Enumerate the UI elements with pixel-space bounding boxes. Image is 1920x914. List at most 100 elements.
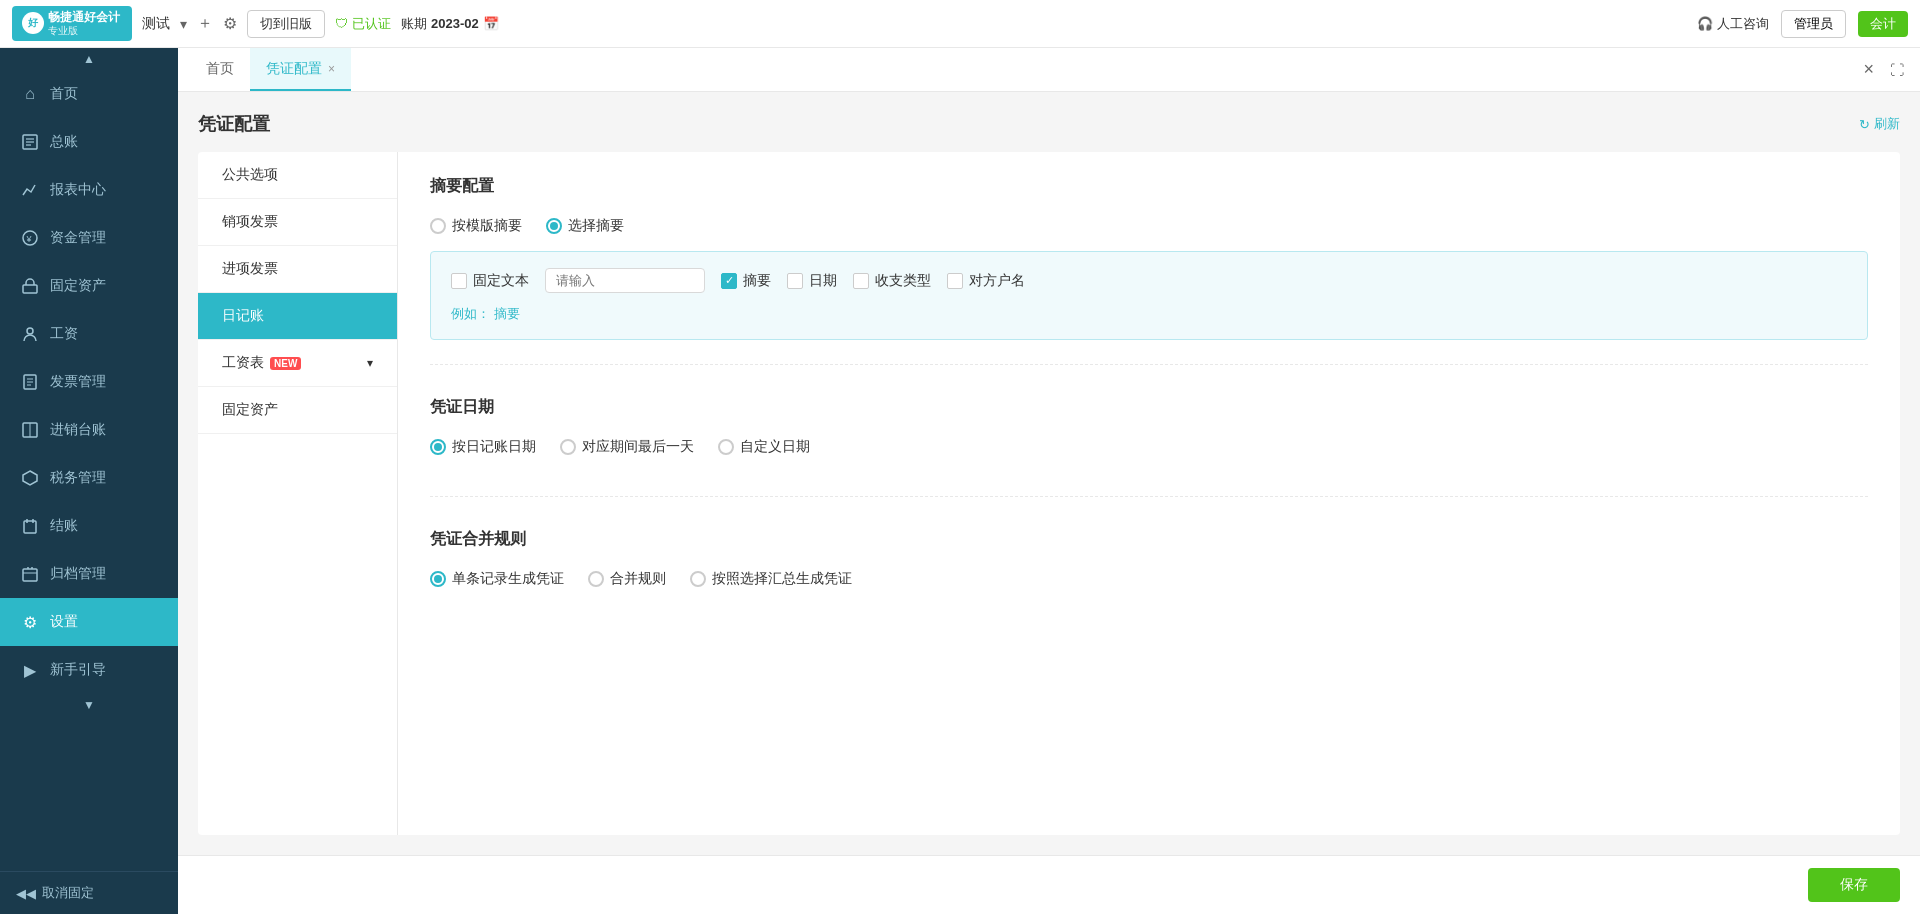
sidebar-item-ledger[interactable]: 总账 (0, 118, 178, 166)
tab-voucher-config[interactable]: 凭证配置 × (250, 48, 351, 91)
left-menu-public[interactable]: 公共选项 (198, 152, 397, 199)
company-name: 畅捷通好会计 (48, 10, 120, 24)
merge-radio3[interactable] (690, 571, 706, 587)
tab-bar: 首页 凭证配置 × × ⛶ (178, 48, 1920, 92)
tab-right-actions: × ⛶ (1859, 48, 1908, 91)
calendar-icon[interactable]: 📅 (483, 16, 499, 31)
date-option2[interactable]: 对应期间最后一天 (560, 438, 694, 456)
sidebar-item-funds[interactable]: ¥ 资金管理 (0, 214, 178, 262)
scroll-down-btn[interactable]: ▼ (0, 694, 178, 716)
tax-icon (20, 468, 40, 488)
ledger-icon (20, 132, 40, 152)
date-radio-group: 按日记账日期 对应期间最后一天 自定义日期 (430, 438, 1868, 456)
tab-home[interactable]: 首页 (190, 48, 250, 91)
fixed-text-input[interactable] (545, 268, 705, 293)
summary-checkbox[interactable]: ✓ 摘要 (721, 272, 771, 290)
svg-marker-14 (23, 471, 37, 485)
date-radio1[interactable] (430, 439, 446, 455)
left-menu-journal[interactable]: 日记账 (198, 293, 397, 340)
save-bar: 保存 (178, 855, 1920, 914)
income-type-checkbox-box[interactable] (853, 273, 869, 289)
summary-checkbox-box[interactable]: ✓ (721, 273, 737, 289)
settings-icon[interactable]: ⚙ (223, 14, 237, 33)
date-section-title: 凭证日期 (430, 397, 1868, 418)
merge-option3[interactable]: 按照选择汇总生成凭证 (690, 570, 852, 588)
tab-close-window-btn[interactable]: × (1859, 55, 1878, 84)
certified-badge: 🛡 已认证 (335, 15, 391, 33)
headset-icon: 🎧 (1697, 16, 1713, 31)
date-checkbox[interactable]: 日期 (787, 272, 837, 290)
guide-icon: ▶ (20, 660, 40, 680)
date-radio3[interactable] (718, 439, 734, 455)
company-logo[interactable]: 好 畅捷通好会计 专业版 (12, 6, 132, 40)
home-icon: ⌂ (20, 84, 40, 104)
svg-point-7 (27, 328, 33, 334)
sidebar-item-reports[interactable]: 报表中心 (0, 166, 178, 214)
right-config: 摘要配置 按模版摘要 选择摘要 (398, 152, 1900, 835)
left-menu-sales[interactable]: 销项发票 (198, 199, 397, 246)
summary-radio2[interactable] (546, 218, 562, 234)
summary-option2[interactable]: 选择摘要 (546, 217, 624, 235)
left-menu-payroll[interactable]: 工资表 NEW ▾ (198, 340, 397, 387)
refresh-btn[interactable]: ↻ 刷新 (1859, 115, 1900, 133)
date-radio2[interactable] (560, 439, 576, 455)
sidebar-item-invoice[interactable]: 发票管理 (0, 358, 178, 406)
logo-icon: 好 (22, 12, 44, 34)
merge-option2[interactable]: 合并规则 (588, 570, 666, 588)
scroll-up-btn[interactable]: ▲ (0, 48, 178, 70)
merge-option1[interactable]: 单条记录生成凭证 (430, 570, 564, 588)
sidebar-item-payroll[interactable]: 工资 (0, 310, 178, 358)
tab-close-btn[interactable]: × (328, 63, 335, 75)
example-value: 摘要 (494, 306, 520, 321)
page-header: 凭证配置 ↻ 刷新 (198, 112, 1900, 136)
income-type-checkbox[interactable]: 收支类型 (853, 272, 931, 290)
counterparty-checkbox[interactable]: 对方户名 (947, 272, 1025, 290)
svg-rect-18 (23, 569, 37, 581)
summary-radio-group: 按模版摘要 选择摘要 (430, 217, 1868, 235)
sidebar-item-sales-purchase[interactable]: 进销台账 (0, 406, 178, 454)
counterparty-checkbox-box[interactable] (947, 273, 963, 289)
fixed-text-checkbox[interactable]: 固定文本 (451, 272, 529, 290)
sidebar: ▲ ⌂ 首页 总账 报表中心 ¥ (0, 48, 178, 914)
payroll-icon (20, 324, 40, 344)
sidebar-item-guide[interactable]: ▶ 新手引导 (0, 646, 178, 694)
invoice-icon (20, 372, 40, 392)
role-btn[interactable]: 会计 (1858, 11, 1908, 37)
tab-fullscreen-btn[interactable]: ⛶ (1886, 58, 1908, 82)
account-period: 账期 2023-02 📅 (401, 15, 499, 33)
consult-btn[interactable]: 🎧 人工咨询 (1697, 15, 1769, 33)
project-name: 测试 (142, 15, 170, 33)
sidebar-item-settings[interactable]: ⚙ 设置 (0, 598, 178, 646)
unpin-icon: ◀◀ (16, 886, 36, 901)
settings-sidebar-icon: ⚙ (20, 612, 40, 632)
date-option3[interactable]: 自定义日期 (718, 438, 810, 456)
save-btn[interactable]: 保存 (1808, 868, 1900, 902)
summary-options-box: 固定文本 ✓ 摘要 日期 (430, 251, 1868, 340)
merge-radio2[interactable] (588, 571, 604, 587)
sidebar-item-archive[interactable]: 归档管理 (0, 550, 178, 598)
payroll-chevron-icon: ▾ (367, 356, 373, 370)
svg-text:¥: ¥ (26, 234, 33, 244)
merge-radio1[interactable] (430, 571, 446, 587)
add-icon[interactable]: ＋ (197, 13, 213, 34)
svg-rect-6 (23, 285, 37, 293)
summary-radio1[interactable] (430, 218, 446, 234)
sidebar-item-fixed-assets[interactable]: 固定资产 (0, 262, 178, 310)
user-btn[interactable]: 管理员 (1781, 10, 1846, 38)
certified-icon: 🛡 (335, 16, 348, 31)
summary-option1[interactable]: 按模版摘要 (430, 217, 522, 235)
unpin-btn[interactable]: ◀◀ 取消固定 (0, 871, 178, 914)
date-option1[interactable]: 按日记账日期 (430, 438, 536, 456)
left-menu: 公共选项 销项发票 进项发票 日记账 工资表 NEW ▾ (198, 152, 398, 835)
left-menu-purchase[interactable]: 进项发票 (198, 246, 397, 293)
date-checkbox-box[interactable] (787, 273, 803, 289)
sidebar-item-tax[interactable]: 税务管理 (0, 454, 178, 502)
switch-old-btn[interactable]: 切到旧版 (247, 10, 325, 38)
fixed-text-checkbox-box[interactable] (451, 273, 467, 289)
project-dropdown-icon[interactable]: ▾ (180, 16, 187, 32)
merge-radio-group: 单条记录生成凭证 合并规则 按照选择汇总生成凭证 (430, 570, 1868, 588)
sidebar-item-home[interactable]: ⌂ 首页 (0, 70, 178, 118)
archive-icon (20, 564, 40, 584)
sidebar-item-closing[interactable]: 结账 (0, 502, 178, 550)
left-menu-fixed-assets[interactable]: 固定资产 (198, 387, 397, 434)
